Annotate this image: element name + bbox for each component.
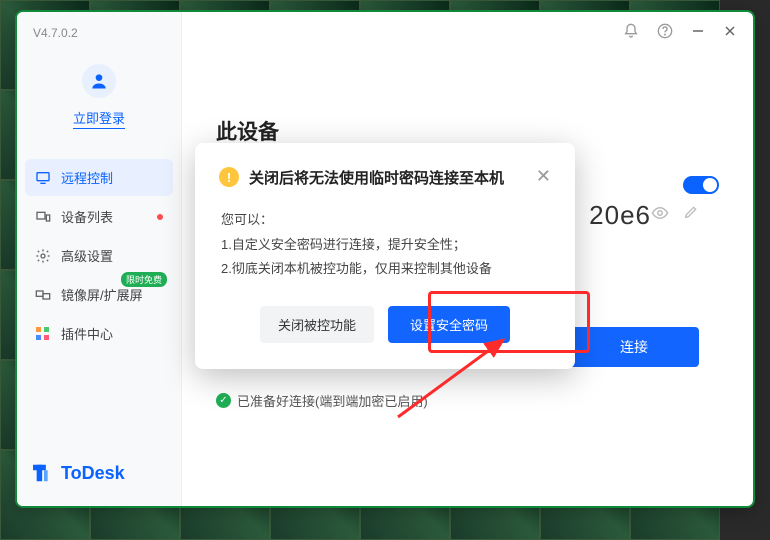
monitor-icon [35,170,51,186]
disable-control-button[interactable]: 关闭被控功能 [260,306,374,343]
bell-icon[interactable] [623,23,639,44]
notification-dot [157,214,163,220]
title-actions [623,23,737,44]
sidebar-item-label: 镜像屏/扩展屏 [61,285,143,304]
confirm-dialog: ! 关闭后将无法使用临时密码连接至本机 ✕ 您可以： 1.自定义安全密码进行连接… [195,143,575,369]
shield-icon: ✓ [216,393,231,408]
status-text: 已准备好连接(端到端加密已启用) [237,391,428,410]
dialog-body: 您可以： 1.自定义安全密码进行连接，提升安全性； 2.彻底关闭本机被控功能，仅… [219,208,551,282]
devices-icon [35,209,51,225]
avatar[interactable] [82,64,116,98]
edit-icon[interactable] [683,204,699,227]
sidebar-item-mirror[interactable]: 镜像屏/扩展屏 限时免费 [25,276,173,313]
eye-icon[interactable] [651,204,669,227]
sidebar-item-devices[interactable]: 设备列表 [25,198,173,235]
sidebar-item-settings[interactable]: 高级设置 [25,237,173,274]
plugin-icon [35,326,51,342]
brand-icon [33,462,55,484]
warning-icon: ! [219,167,239,187]
brand-text: ToDesk [61,463,125,484]
code-actions [651,204,699,227]
section-title: 此设备 [216,116,719,146]
status-line: ✓ 已准备好连接(端到端加密已启用) [216,367,719,410]
dialog-title: 关闭后将无法使用临时密码连接至本机 [249,167,526,188]
brand: ToDesk [17,444,181,506]
titlebar: V4.7.0.2 [17,12,753,54]
sidebar-item-label: 高级设置 [61,246,113,265]
nav: 远程控制 设备列表 高级设置 镜像屏/扩展屏 限时免费 插件中心 [17,159,181,352]
sidebar-item-label: 远程控制 [61,168,113,187]
dialog-line-1: 1.自定义安全密码进行连接，提升安全性； [221,233,551,258]
sidebar: 立即登录 远程控制 设备列表 高级设置 镜像屏/扩展屏 限时免费 [17,12,182,506]
set-password-button[interactable]: 设置安全密码 [388,306,510,343]
dialog-intro: 您可以： [221,208,551,233]
gear-icon [35,248,51,264]
version-label: V4.7.0.2 [33,26,78,40]
device-code-fragment: 20e6 [589,200,651,231]
allow-control-toggle[interactable] [683,176,719,194]
sidebar-item-plugins[interactable]: 插件中心 [25,315,173,352]
dialog-line-2: 2.彻底关闭本机被控功能，仅用来控制其他设备 [221,257,551,282]
close-button[interactable] [723,24,737,43]
sidebar-item-label: 设备列表 [61,207,113,226]
dialog-actions: 关闭被控功能 设置安全密码 [219,306,551,343]
minimize-button[interactable] [691,24,705,43]
connect-button[interactable]: 连接 [569,327,699,367]
screens-icon [35,287,51,303]
sidebar-item-label: 插件中心 [61,324,113,343]
avatar-block: 立即登录 [17,64,181,151]
login-link[interactable]: 立即登录 [73,108,125,129]
free-badge: 限时免费 [121,272,167,287]
sidebar-item-remote[interactable]: 远程控制 [25,159,173,196]
dialog-close-button[interactable]: ✕ [536,167,551,185]
help-icon[interactable] [657,23,673,44]
